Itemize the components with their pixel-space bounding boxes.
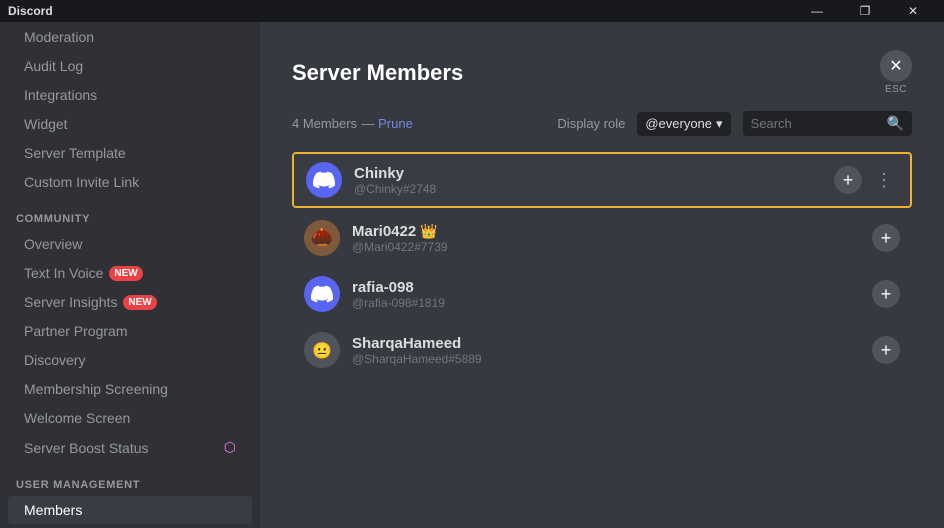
add-role-button[interactable]: + [834,166,862,194]
crown-icon: 👑 [420,223,437,240]
sidebar-item-server-boost-status[interactable]: Server Boost Status ⬡ [8,433,252,462]
sidebar-item-custom-invite-link[interactable]: Custom Invite Link [8,168,252,196]
close-button[interactable]: ✕ [890,0,936,22]
title-bar-left: Discord [8,4,53,18]
display-role-select[interactable]: @everyone ▾ [637,112,730,136]
member-actions: + ⋮ [834,166,898,194]
sidebar-item-label: Server Insights [24,294,117,310]
svg-text:😐: 😐 [312,342,332,360]
members-subheader: 4 Members — Prune Display role @everyone… [292,111,912,136]
search-bar: 🔍 [743,111,912,136]
sidebar-item-label: Members [24,502,82,518]
sidebar-item-audit-log[interactable]: Audit Log [8,52,252,80]
members-count: 4 Members [292,116,357,131]
member-name: rafia-098 [352,279,872,296]
title-bar: Discord — ❐ ✕ [0,0,944,22]
sidebar-item-label: Custom Invite Link [24,174,139,190]
member-list: Chinky @Chinky#2748 + ⋮ ← 🌰 [292,152,912,500]
boost-icon: ⬡ [224,439,236,456]
sidebar-item-label: Discovery [24,352,85,368]
sidebar-group-boost: Server Boost Status ⬡ [0,433,260,462]
sidebar-item-integrations[interactable]: Integrations [8,81,252,109]
avatar [306,162,342,198]
sidebar-item-label: Audit Log [24,58,83,74]
sidebar-item-label: Welcome Screen [24,410,130,426]
main-header: Server Members ✕ ESC [292,50,912,95]
table-row[interactable]: 🌰 Mari0422 👑 @Mari0422#7739 + [292,212,912,264]
new-badge-text-in-voice: NEW [109,266,142,281]
table-row[interactable]: 😐 SharqaHameed @SharqaHameed#5889 + [292,324,912,376]
member-tag: @rafia-098#1819 [352,296,872,310]
avatar: 😐 [304,332,340,368]
add-role-button[interactable]: + [872,336,900,364]
sidebar-section-community: COMMUNITY [0,197,260,229]
sidebar-item-server-insights[interactable]: Server Insights NEW [8,288,252,316]
sidebar-item-partner-program[interactable]: Partner Program [8,317,252,345]
member-actions: + [872,224,900,252]
members-filters: Display role @everyone ▾ 🔍 [557,111,912,136]
sidebar-section-user-management: USER MANAGEMENT [0,463,260,495]
sidebar-item-label: Membership Screening [24,381,168,397]
member-info: rafia-098 @rafia-098#1819 [352,279,872,310]
sidebar-item-overview[interactable]: Overview [8,230,252,258]
table-row[interactable]: rafia-098 @rafia-098#1819 + [292,268,912,320]
svg-text:🌰: 🌰 [311,227,333,247]
member-info: Chinky @Chinky#2748 [354,165,834,196]
page-title: Server Members [292,60,463,86]
member-name: Mari0422 [352,223,416,240]
sidebar-item-membership-screening[interactable]: Membership Screening [8,375,252,403]
esc-circle-icon[interactable]: ✕ [880,50,912,82]
member-name: SharqaHameed [352,335,872,352]
title-bar-controls: — ❐ ✕ [794,0,936,22]
member-tag: @Chinky#2748 [354,182,834,196]
sidebar: Moderation Audit Log Integrations Widget… [0,22,260,528]
restore-button[interactable]: ❐ [842,0,888,22]
avatar: 🌰 [304,220,340,256]
sidebar-item-moderation[interactable]: Moderation [8,23,252,51]
sidebar-item-label: Moderation [24,29,94,45]
sidebar-item-label: Widget [24,116,68,132]
member-tag: @SharqaHameed#5889 [352,352,872,366]
member-actions: + [872,280,900,308]
avatar [304,276,340,312]
member-tag: @Mari0422#7739 [352,240,872,254]
member-name: Chinky [354,165,834,182]
sidebar-item-label: Text In Voice [24,265,103,281]
sidebar-item-label: Server Template [24,145,126,161]
new-badge-server-insights: NEW [123,295,156,310]
search-input[interactable] [751,116,881,131]
sidebar-item-label: Overview [24,236,82,252]
search-icon: 🔍 [887,115,904,132]
app-name: Discord [8,4,53,18]
sidebar-item-discovery[interactable]: Discovery [8,346,252,374]
esc-label: ESC [885,84,907,95]
sidebar-item-members[interactable]: Members [8,496,252,524]
display-role-label: Display role [557,116,625,131]
sidebar-item-server-template[interactable]: Server Template [8,139,252,167]
sidebar-group-community: COMMUNITY Overview Text In Voice NEW Ser… [0,197,260,432]
prune-link[interactable]: Prune [378,116,413,131]
sidebar-item-welcome-screen[interactable]: Welcome Screen [8,404,252,432]
sidebar-item-label: Integrations [24,87,97,103]
member-info: Mari0422 👑 @Mari0422#7739 [352,223,872,254]
sidebar-item-label: Partner Program [24,323,127,339]
sidebar-item-text-in-voice[interactable]: Text In Voice NEW [8,259,252,287]
esc-button[interactable]: ✕ ESC [880,50,912,95]
sidebar-item-widget[interactable]: Widget [8,110,252,138]
chevron-down-icon: ▾ [716,116,723,132]
add-role-button[interactable]: + [872,280,900,308]
member-info: SharqaHameed @SharqaHameed#5889 [352,335,872,366]
main-content: Server Members ✕ ESC 4 Members — Prune D… [260,22,944,528]
add-role-button[interactable]: + [872,224,900,252]
role-value: @everyone [645,116,712,131]
table-row[interactable]: Chinky @Chinky#2748 + ⋮ ← [292,152,912,208]
sidebar-group-user-management: USER MANAGEMENT Members Invites Bans [0,463,260,528]
sidebar-group-settings: Moderation Audit Log Integrations Widget… [0,23,260,196]
sidebar-item-label: Server Boost Status [24,440,149,456]
minimize-button[interactable]: — [794,0,840,22]
member-actions: + [872,336,900,364]
members-count-area: 4 Members — Prune [292,115,413,133]
app-body: Moderation Audit Log Integrations Widget… [0,22,944,528]
more-options-button[interactable]: ⋮ [870,166,898,194]
